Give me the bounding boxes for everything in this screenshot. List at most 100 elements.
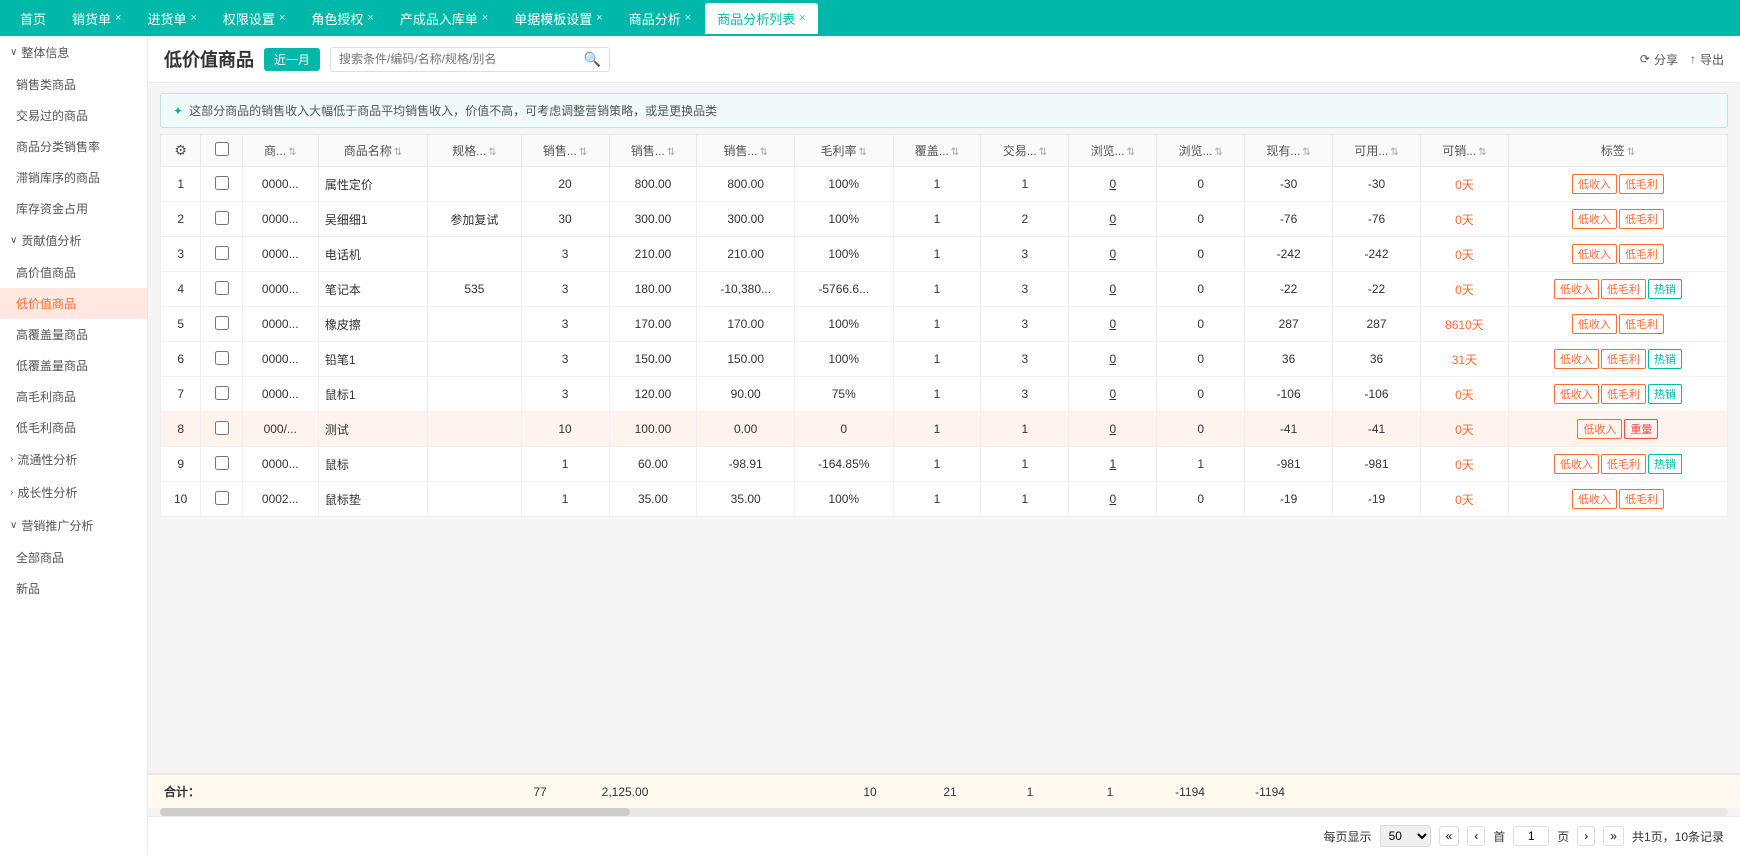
sidebar-section-marketing[interactable]: ∨ 营销推广分析 <box>0 509 147 542</box>
views-link[interactable]: 0 <box>1109 422 1116 436</box>
views-link[interactable]: 0 <box>1109 317 1116 331</box>
row-select-checkbox[interactable] <box>215 281 229 295</box>
last-page-button[interactable]: » <box>1603 826 1624 846</box>
sidebar-section-growth[interactable]: › 成长性分析 <box>0 476 147 509</box>
period-button[interactable]: 近一月 <box>264 48 320 71</box>
row-checkbox[interactable] <box>201 307 242 342</box>
nav-purchase[interactable]: 进货单 × <box>135 3 208 34</box>
col-spec[interactable]: 规格...⇅ <box>428 135 521 167</box>
sidebar-section-flow[interactable]: › 流通性分析 <box>0 443 147 476</box>
sidebar-item-low-margin[interactable]: 低毛利商品 <box>0 412 147 443</box>
row-select-checkbox[interactable] <box>215 176 229 190</box>
col-checkbox[interactable] <box>201 135 242 167</box>
sidebar-section-contribution[interactable]: ∨ 贡献值分析 <box>0 224 147 257</box>
col-tags[interactable]: 标签⇅ <box>1508 135 1727 167</box>
nav-role[interactable]: 角色授权 × <box>299 3 385 34</box>
close-icon[interactable]: × <box>190 12 196 24</box>
col-available[interactable]: 可用...⇅ <box>1333 135 1421 167</box>
sidebar-item-high-margin[interactable]: 高毛利商品 <box>0 381 147 412</box>
row-checkbox[interactable] <box>201 482 242 517</box>
views-link[interactable]: 1 <box>1109 457 1116 471</box>
search-icon[interactable]: 🔍 <box>584 51 601 68</box>
row-select-checkbox[interactable] <box>215 491 229 505</box>
sidebar-item-traded-products[interactable]: 交易过的商品 <box>0 100 147 131</box>
sidebar-item-category-sales-rate[interactable]: 商品分类销售率 <box>0 131 147 162</box>
sidebar-item-slow-products[interactable]: 滞销库序的商品 <box>0 162 147 193</box>
row-select-checkbox[interactable] <box>215 456 229 470</box>
views-link[interactable]: 0 <box>1109 492 1116 506</box>
product-spec: 参加复试 <box>428 202 521 237</box>
close-icon[interactable]: × <box>482 12 488 24</box>
col-gear[interactable]: ⚙ <box>161 135 201 167</box>
views-link[interactable]: 0 <box>1109 352 1116 366</box>
row-checkbox[interactable] <box>201 272 242 307</box>
views-link[interactable]: 0 <box>1109 212 1116 226</box>
close-icon[interactable]: × <box>799 12 805 24</box>
nav-product-stock[interactable]: 产成品入库单 × <box>388 3 500 34</box>
row-checkbox[interactable] <box>201 412 242 447</box>
col-current[interactable]: 现有...⇅ <box>1245 135 1333 167</box>
sidebar-item-new-products[interactable]: 新品 <box>0 573 147 604</box>
sidebar-item-stock-capital[interactable]: 库存资金占用 <box>0 193 147 224</box>
nav-template[interactable]: 单据模板设置 × <box>502 3 614 34</box>
row-select-checkbox[interactable] <box>215 316 229 330</box>
share-button[interactable]: ⟳ 分享 <box>1640 51 1678 68</box>
col-margin[interactable]: 毛利率⇅ <box>794 135 893 167</box>
row-select-checkbox[interactable] <box>215 246 229 260</box>
next-page-button[interactable]: › <box>1577 826 1595 846</box>
export-button[interactable]: ↑ 导出 <box>1690 51 1724 68</box>
row-checkbox[interactable] <box>201 342 242 377</box>
sidebar-item-low-value[interactable]: 低价值商品 <box>0 288 147 319</box>
first-page-button[interactable]: « <box>1439 826 1460 846</box>
close-icon[interactable]: × <box>596 12 602 24</box>
close-icon[interactable]: × <box>367 12 373 24</box>
sidebar-item-all-products[interactable]: 全部商品 <box>0 542 147 573</box>
prev-page-button[interactable]: ‹ <box>1467 826 1485 846</box>
page-number-input[interactable] <box>1513 826 1549 846</box>
col-views1[interactable]: 浏览...⇅ <box>1069 135 1157 167</box>
col-coverage[interactable]: 覆盖...⇅ <box>893 135 981 167</box>
row-select-checkbox[interactable] <box>215 421 229 435</box>
nav-permissions[interactable]: 权限设置 × <box>211 3 297 34</box>
row-checkbox[interactable] <box>201 447 242 482</box>
footer-current: -1194 <box>1150 785 1230 799</box>
search-input[interactable] <box>339 52 580 66</box>
per-page-select[interactable]: 50 20 100 <box>1380 825 1431 847</box>
close-icon[interactable]: × <box>115 12 121 24</box>
nav-home[interactable]: 首页 <box>8 3 58 34</box>
horizontal-scrollbar[interactable] <box>160 808 1728 816</box>
col-sale-qty[interactable]: 销售...⇅ <box>521 135 609 167</box>
scrollbar-thumb[interactable] <box>160 808 630 816</box>
views-link[interactable]: 0 <box>1109 282 1116 296</box>
nav-analysis-list[interactable]: 商品分析列表 × <box>705 3 817 34</box>
col-transactions[interactable]: 交易...⇅ <box>981 135 1069 167</box>
col-name[interactable]: 商品名称⇅ <box>318 135 427 167</box>
sidebar-section-overview[interactable]: ∨ 整体信息 <box>0 36 147 69</box>
sidebar-item-low-coverage[interactable]: 低覆盖量商品 <box>0 350 147 381</box>
sidebar-item-high-value[interactable]: 高价值商品 <box>0 257 147 288</box>
sidebar-item-high-coverage[interactable]: 高覆盖量商品 <box>0 319 147 350</box>
row-checkbox[interactable] <box>201 202 242 237</box>
row-select-checkbox[interactable] <box>215 211 229 225</box>
views-link[interactable]: 0 <box>1109 247 1116 261</box>
col-sale-amount[interactable]: 销售...⇅ <box>697 135 795 167</box>
row-checkbox[interactable] <box>201 237 242 272</box>
col-views2[interactable]: 浏览...⇅ <box>1157 135 1245 167</box>
col-sellable[interactable]: 可销...⇅ <box>1420 135 1508 167</box>
row-checkbox[interactable] <box>201 167 242 202</box>
row-checkbox[interactable] <box>201 377 242 412</box>
col-sale-price[interactable]: 销售...⇅ <box>609 135 697 167</box>
views-link[interactable]: 0 <box>1109 177 1116 191</box>
views-link[interactable]: 0 <box>1109 387 1116 401</box>
sidebar-item-sales-products[interactable]: 销售类商品 <box>0 69 147 100</box>
nav-sales[interactable]: 销货单 × <box>60 3 133 34</box>
row-select-checkbox[interactable] <box>215 386 229 400</box>
product-tag: 热销 <box>1648 349 1682 369</box>
close-icon[interactable]: × <box>279 12 285 24</box>
sort-icon: ⇅ <box>1127 147 1135 158</box>
col-code[interactable]: 商...⇅ <box>242 135 318 167</box>
row-select-checkbox[interactable] <box>215 351 229 365</box>
select-all-checkbox[interactable] <box>215 142 229 156</box>
nav-analysis[interactable]: 商品分析 × <box>617 3 703 34</box>
close-icon[interactable]: × <box>685 12 691 24</box>
